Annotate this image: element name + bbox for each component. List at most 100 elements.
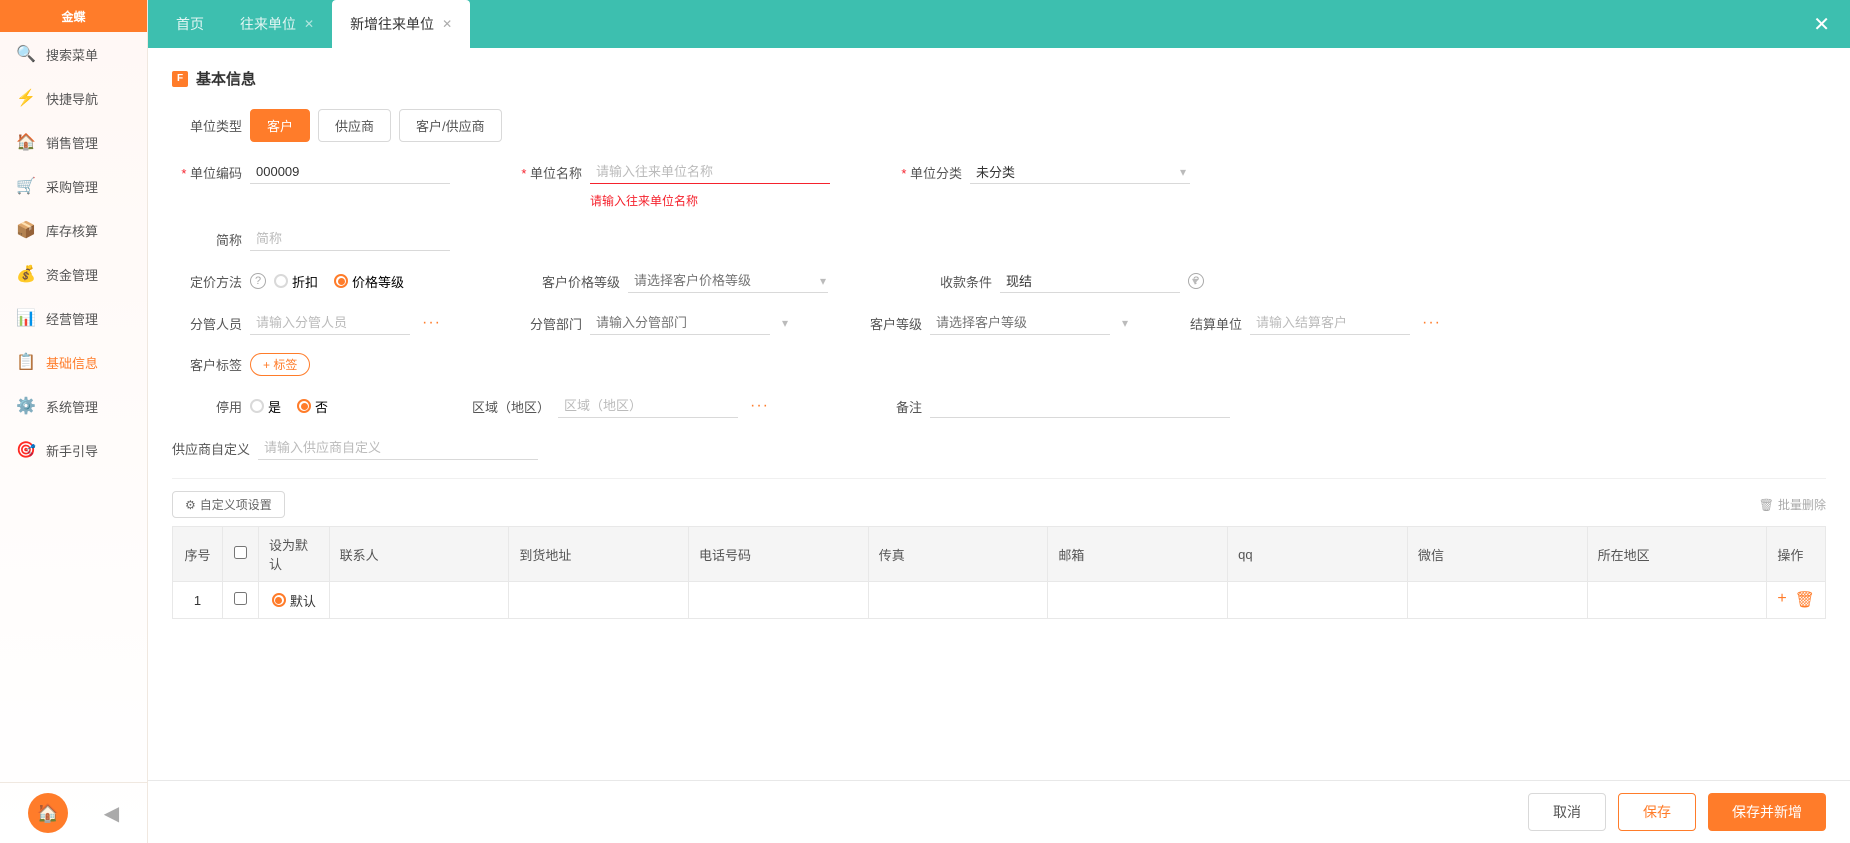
cell-region-area[interactable] [1587,582,1767,619]
form-group-supplier-custom: 供应商自定义 [172,436,1826,460]
save-new-button[interactable]: 保存并新增 [1708,793,1826,831]
unit-name-input[interactable] [590,160,830,184]
wechat-input[interactable] [1418,593,1577,608]
cell-contact[interactable] [329,582,509,619]
form-row-tag: 客户标签 + 标签 [172,353,1826,376]
settlement-more[interactable]: ··· [1418,314,1445,332]
customer-price-select[interactable]: ▾ [628,269,828,293]
customer-level-input[interactable] [930,311,1118,334]
tab-partners[interactable]: 往来单位 ✕ [222,0,332,48]
address-input[interactable] [519,593,678,608]
manager-input[interactable] [250,311,410,335]
cancel-button[interactable]: 取消 [1528,793,1606,831]
col-region: 所在地区 [1587,527,1767,582]
pricing-discount-radio[interactable] [274,274,288,288]
qq-input[interactable] [1238,593,1397,608]
row-default-radio[interactable]: 默认 [269,591,319,610]
table-row: 1 默认 [173,582,1826,619]
short-name-input[interactable] [250,227,450,251]
sidebar-item-system[interactable]: ⚙️ 系统管理 [0,384,147,428]
unit-type-supplier-btn[interactable]: 供应商 [318,109,391,142]
manager-more[interactable]: ··· [418,314,445,332]
sidebar-item-guide[interactable]: 🎯 新手引导 [0,428,147,472]
add-tag-btn[interactable]: + 标签 [250,353,310,376]
unit-type-both-btn[interactable]: 客户/供应商 [399,109,502,142]
customer-level-select[interactable]: ▾ [930,311,1110,335]
sidebar-home-btn[interactable]: 🏠 [28,793,68,833]
sidebar-item-finance[interactable]: 💰 资金管理 [0,252,147,296]
settlement-input[interactable] [1250,311,1410,335]
add-row-btn[interactable]: + [1777,590,1786,610]
unit-name-label: 单位名称 [512,163,582,182]
sidebar-item-operations[interactable]: 📊 经营管理 [0,296,147,340]
disabled-yes[interactable]: 是 [250,397,281,416]
unit-type-group: 客户 供应商 客户/供应商 [250,109,502,142]
contact-table: 序号 设为默认 联系人 到货地址 电话号码 传真 邮箱 qq 微信 所在地区 操… [172,526,1826,619]
pricing-discount[interactable]: 折扣 [274,272,318,291]
tab-new-partner[interactable]: 新增往来单位 ✕ [332,0,470,48]
cell-fax[interactable] [868,582,1048,619]
sidebar-item-basic-info[interactable]: 📋 基础信息 [0,340,147,384]
cell-address[interactable] [509,582,689,619]
contact-input[interactable] [340,593,499,608]
disabled-no-radio[interactable] [297,399,311,413]
phone-input[interactable] [699,593,858,608]
save-button[interactable]: 保存 [1618,793,1696,831]
pricing-price-level[interactable]: 价格等级 [334,272,404,291]
unit-category-select[interactable]: ▾ [970,160,1190,184]
payment-terms-select[interactable]: ▾ [1000,269,1180,293]
unit-category-input[interactable] [970,160,1176,183]
sidebar-item-search[interactable]: 🔍 搜索菜单 [0,32,147,76]
delete-row-btn[interactable]: 🗑 [1795,590,1815,610]
payment-terms-input[interactable] [1000,269,1188,292]
unit-code-input[interactable] [250,160,450,184]
tabbar-close-btn[interactable]: ✕ [1803,12,1840,37]
region-area-input[interactable] [1598,593,1757,608]
disabled-no[interactable]: 否 [297,397,328,416]
col-checkbox[interactable] [223,527,259,582]
sidebar-item-purchase[interactable]: 🛒 采购管理 [0,164,147,208]
payment-terms-label: 收款条件 [922,272,992,291]
tab-new-partner-close[interactable]: ✕ [442,17,452,31]
default-radio-circle[interactable] [272,593,286,607]
pricing-radio-group: 折扣 价格等级 [274,272,404,291]
form-row-manager: 分管人员 ··· 分管部门 ▾ 客户等级 ▾ 结算单位 [172,311,1826,335]
cell-qq[interactable] [1228,582,1408,619]
department-input[interactable] [590,311,778,334]
customer-price-chevron: ▾ [816,274,830,288]
pricing-help-icon[interactable]: ? [250,273,266,289]
cell-phone[interactable] [689,582,869,619]
remark-input[interactable] [930,394,1230,418]
row-checkbox[interactable] [234,592,247,605]
disabled-yes-radio[interactable] [250,399,264,413]
select-all-checkbox[interactable] [234,546,247,559]
sidebar-item-quick-nav[interactable]: ⚡ 快捷导航 [0,76,147,120]
tab-partners-close[interactable]: ✕ [304,17,314,31]
fax-input[interactable] [879,593,1038,608]
cell-email[interactable] [1048,582,1228,619]
sidebar-logo: 金蝶 [0,0,147,32]
sidebar-item-sales[interactable]: 🏠 销售管理 [0,120,147,164]
pricing-price-level-radio[interactable] [334,274,348,288]
main-content: 首页 往来单位 ✕ 新增往来单位 ✕ ✕ F 基本信息 单位类型 客户 供应商 … [148,0,1850,843]
form-row-shortname: 简称 [172,227,1826,251]
email-input[interactable] [1058,593,1217,608]
pricing-method-label: 定价方法 [172,272,242,291]
cell-default[interactable]: 默认 [259,582,330,619]
col-action: 操作 [1767,527,1826,582]
batch-delete-btn[interactable]: 🗑 批量删除 [1759,496,1826,513]
tab-home[interactable]: 首页 [158,0,222,48]
cell-wechat[interactable] [1407,582,1587,619]
cell-checkbox[interactable] [223,582,259,619]
sidebar-item-inventory[interactable]: 📦 库存核算 [0,208,147,252]
col-contact: 联系人 [329,527,509,582]
custom-settings-btn[interactable]: ⚙ 自定义项设置 [172,491,285,518]
customer-price-input[interactable] [628,269,816,292]
supplier-custom-input[interactable] [258,436,538,460]
remark-label: 备注 [852,397,922,416]
region-input[interactable] [558,394,738,418]
sidebar-expand-btn[interactable]: ◀ [104,801,119,826]
department-select[interactable]: ▾ [590,311,770,335]
region-more[interactable]: ··· [746,397,773,415]
unit-type-customer-btn[interactable]: 客户 [250,109,310,142]
